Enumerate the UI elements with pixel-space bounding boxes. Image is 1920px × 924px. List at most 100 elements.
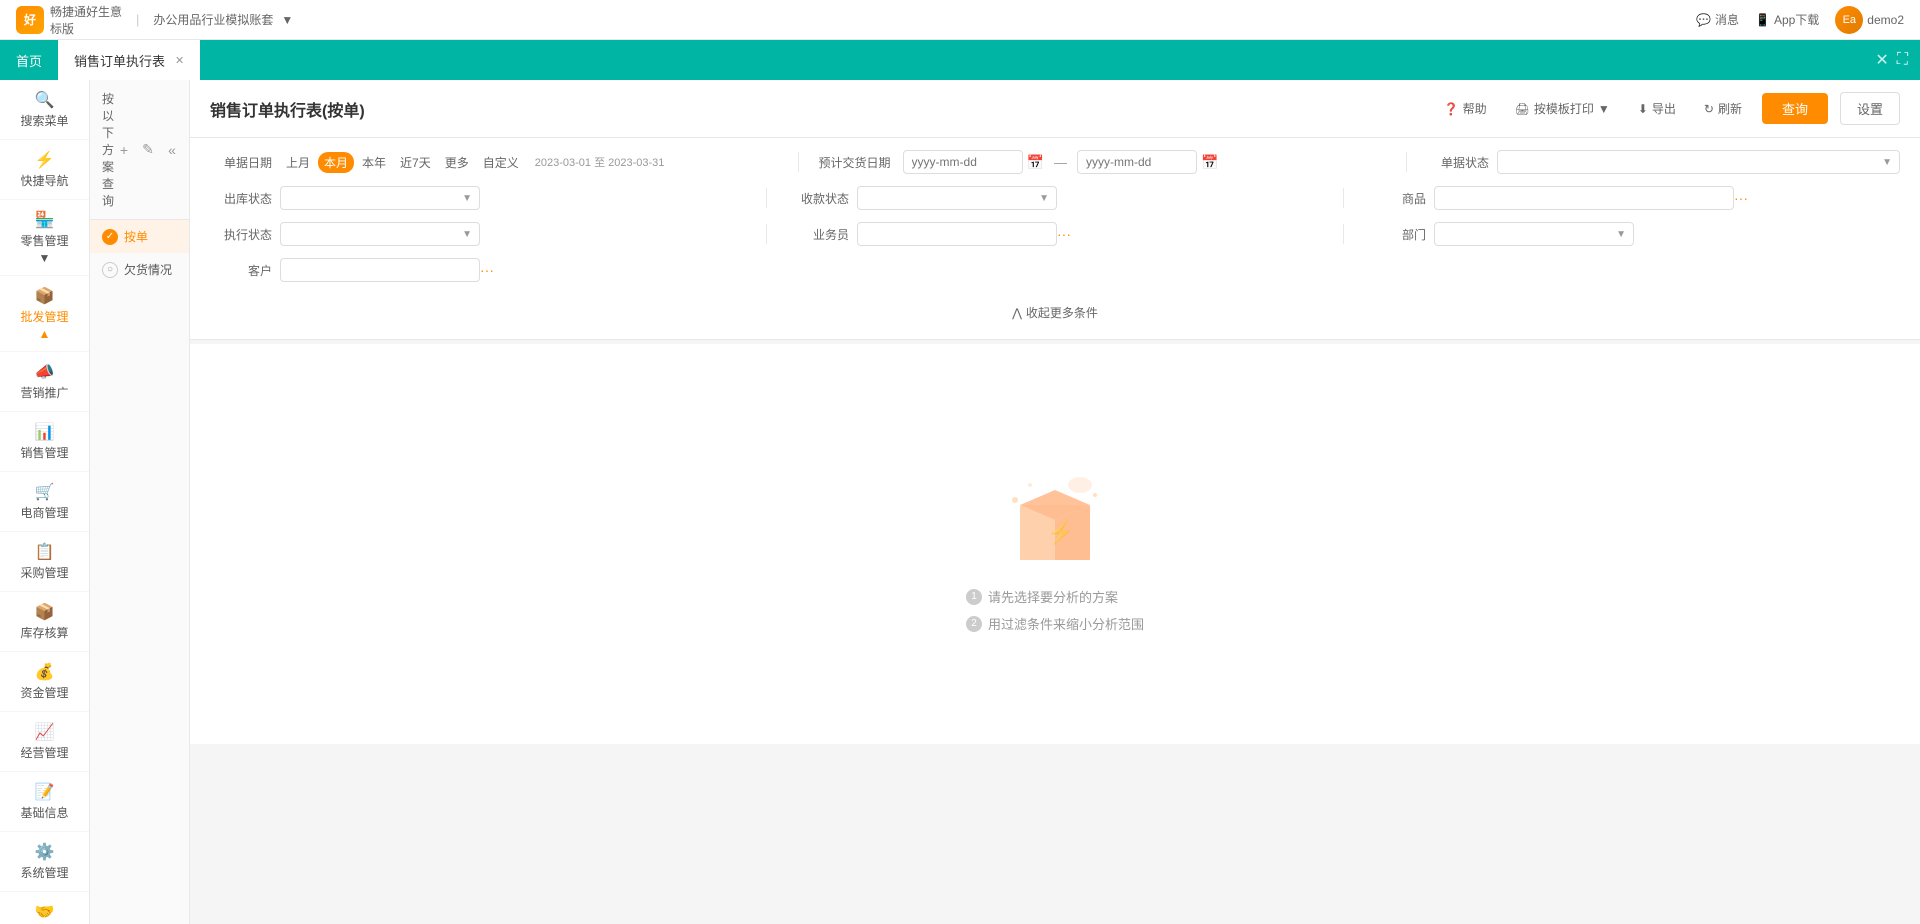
message-action[interactable]: 💬 消息	[1696, 11, 1739, 28]
goods-input[interactable]	[1434, 186, 1734, 210]
date-tab-custom[interactable]: 自定义	[477, 152, 525, 173]
message-icon: 💬	[1696, 13, 1711, 27]
query-button[interactable]: 查询	[1762, 93, 1828, 124]
filter-sep-3	[766, 188, 767, 208]
sidebar-item-retail-label: 零售管理	[20, 232, 68, 249]
calendar-end-icon[interactable]: 📅	[1201, 154, 1218, 171]
filter-cell-status: 单据状态 ▼	[1427, 150, 1900, 174]
sidebar-item-finance[interactable]: 💰 资金管理	[0, 652, 89, 712]
sales-icon: 📊	[35, 422, 55, 442]
sidebar-item-marketing-label: 营销推广	[20, 384, 68, 401]
page-header: 销售订单执行表(按单) ❓ 帮助 🖨 按模板打印 ▼ ⬇ 导出 ↻ 刷新	[190, 80, 1920, 138]
date-tabs: 上月 本月 本年 近7天 更多 自定义 2023-03-01 至 2023-03…	[280, 152, 664, 173]
date-tab-7days[interactable]: 近7天	[394, 152, 437, 173]
filter-cell-goods: 商品 ···	[1364, 186, 1900, 210]
dept-select[interactable]	[1434, 222, 1634, 246]
settings-button[interactable]: 设置	[1840, 92, 1900, 125]
tab-sales-order[interactable]: 销售订单执行表 ✕	[58, 40, 200, 80]
sidebar-item-ecommerce[interactable]: 🛒 电商管理	[0, 472, 89, 532]
top-header: 好 畅捷通好生意 标版 | 办公用品行业模拟账套 ▼ 💬 消息 📱 App下载 …	[0, 0, 1920, 40]
sidebar-item-wholesale[interactable]: 📦 批发管理 ▲	[0, 276, 89, 352]
expected-date-start-input[interactable]	[903, 150, 1023, 174]
filter-cell-expected-date: 预计交货日期 📅 — 📅	[819, 150, 1387, 174]
filter-cell-dept: 部门 ▼	[1364, 222, 1900, 246]
date-separator: —	[1054, 155, 1067, 170]
sidebar-item-basic[interactable]: 📝 基础信息	[0, 772, 89, 832]
finance-icon: 💰	[35, 662, 55, 682]
window-maximize-icon[interactable]: ⛶	[1897, 51, 1908, 69]
system-icon: ⚙️	[35, 842, 55, 862]
refresh-button[interactable]: ↻ 刷新	[1696, 96, 1750, 121]
logo-text: 畅捷通好生意	[50, 3, 122, 20]
sidebar-item-search[interactable]: 🔍 搜索菜单	[0, 80, 89, 140]
breadcrumb-arrow[interactable]: ▼	[281, 13, 293, 27]
empty-state: ⚡ 1 请先选择要分析的方案 2 用过滤条件来缩小分析范围	[946, 375, 1164, 713]
sub-item-shortage[interactable]: ○ 欠货情况	[90, 253, 189, 286]
salesman-input[interactable]	[857, 222, 1057, 246]
tab-close-icon[interactable]: ✕	[175, 54, 184, 67]
calendar-start-icon[interactable]: 📅	[1027, 154, 1044, 171]
ecommerce-icon: 🛒	[35, 482, 55, 502]
help-button[interactable]: ❓ 帮助	[1436, 96, 1495, 121]
sidebar-item-purchase[interactable]: 📋 采购管理	[0, 532, 89, 592]
refresh-label: 刷新	[1718, 100, 1742, 117]
customer-label: 客户	[210, 262, 280, 279]
page-actions: ❓ 帮助 🖨 按模板打印 ▼ ⬇ 导出 ↻ 刷新 查询 设置	[1436, 92, 1900, 125]
receipt-status-select[interactable]	[857, 186, 1057, 210]
sidebar-item-system[interactable]: ⚙️ 系统管理	[0, 832, 89, 892]
date-tab-more[interactable]: 更多	[439, 152, 475, 173]
collapse-sidebar-button[interactable]: «	[162, 140, 182, 160]
salesman-more-icon[interactable]: ···	[1057, 226, 1071, 242]
add-scheme-button[interactable]: +	[114, 140, 134, 160]
exec-status-select[interactable]	[280, 222, 480, 246]
date-tab-this-month[interactable]: 本月	[318, 152, 354, 173]
sidebar-item-nav[interactable]: ⚡ 快捷导航	[0, 140, 89, 200]
sidebar-item-collab[interactable]: 🤝 企业协同	[0, 892, 89, 924]
sub-item-by-order[interactable]: ✓ 按单	[90, 220, 189, 253]
tab-home[interactable]: 首页	[0, 40, 58, 80]
filter-cell-salesman: 业务员 ···	[787, 222, 1323, 246]
app-download-action[interactable]: 📱 App下载	[1755, 11, 1819, 28]
message-label: 消息	[1715, 11, 1739, 28]
header-left: 好 畅捷通好生意 标版 | 办公用品行业模拟账套 ▼	[16, 3, 293, 37]
filter-sep-6	[1343, 224, 1344, 244]
sub-sidebar-title: 按以下方案查询	[102, 90, 114, 209]
out-status-select[interactable]	[280, 186, 480, 210]
help-label: 帮助	[1463, 100, 1487, 117]
date-tab-last-month[interactable]: 上月	[280, 152, 316, 173]
inactive-dot: ○	[102, 262, 118, 278]
sidebar-item-inventory[interactable]: 📦 库存核算	[0, 592, 89, 652]
nav-tabs: 首页 销售订单执行表 ✕ ✕ ⛶	[0, 40, 1920, 80]
collapse-button[interactable]: ⋀ 收起更多条件	[1006, 298, 1104, 327]
expected-date-end-input[interactable]	[1077, 150, 1197, 174]
status-select[interactable]	[1497, 150, 1900, 174]
sidebar-item-operations[interactable]: 📈 经营管理	[0, 712, 89, 772]
filter-sep-5	[766, 224, 767, 244]
edit-scheme-button[interactable]: ✎	[138, 140, 158, 160]
receipt-status-select-wrapper: ▼	[857, 186, 1057, 210]
export-button[interactable]: ⬇ 导出	[1630, 96, 1684, 121]
sidebar-item-sales[interactable]: 📊 销售管理	[0, 412, 89, 472]
sidebar-item-inventory-label: 库存核算	[20, 624, 68, 641]
print-button[interactable]: 🖨 按模板打印 ▼	[1507, 96, 1618, 121]
retail-arrow-icon: ▼	[39, 251, 51, 265]
tip-num-1: 1	[966, 589, 982, 605]
customer-input[interactable]	[280, 258, 480, 282]
sidebar-item-marketing[interactable]: 📣 营销推广	[0, 352, 89, 412]
user-name: demo2	[1867, 13, 1904, 27]
avatar: Ea	[1835, 6, 1863, 34]
results-area: ⚡ 1 请先选择要分析的方案 2 用过滤条件来缩小分析范围	[190, 344, 1920, 744]
exec-status-label: 执行状态	[210, 226, 280, 243]
window-close-icon[interactable]: ✕	[1875, 50, 1888, 70]
tab-sales-order-label: 销售订单执行表	[74, 51, 165, 70]
nav-icon: ⚡	[35, 150, 55, 170]
out-status-select-wrapper: ▼	[280, 186, 480, 210]
user-area[interactable]: Ea demo2	[1835, 6, 1904, 34]
collab-icon: 🤝	[35, 902, 55, 922]
customer-more-icon[interactable]: ···	[480, 262, 494, 278]
print-label: 按模板打印	[1534, 100, 1594, 117]
date-tab-this-year[interactable]: 本年	[356, 152, 392, 173]
empty-illustration: ⚡	[995, 455, 1115, 575]
goods-more-icon[interactable]: ···	[1734, 190, 1748, 206]
sidebar-item-retail[interactable]: 🏪 零售管理 ▼	[0, 200, 89, 276]
